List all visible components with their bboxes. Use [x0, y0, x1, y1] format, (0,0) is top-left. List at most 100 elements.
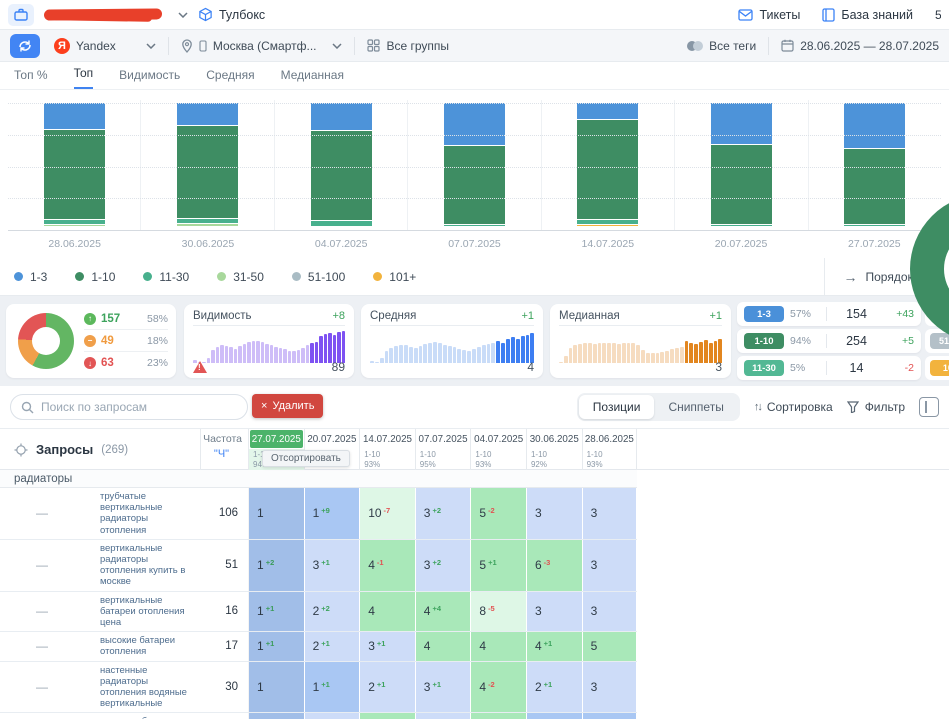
position-value: 2: [312, 639, 320, 654]
position-delta: -1: [376, 557, 384, 567]
date-column-header[interactable]: 04.07.2025 1-10 93%: [470, 429, 526, 470]
position-value: 1: [257, 680, 264, 695]
row-dash-icon[interactable]: —: [36, 558, 48, 572]
position-value: 6: [534, 558, 542, 573]
average-card[interactable]: Средняя +1 4: [361, 304, 543, 378]
query-name[interactable]: вертикальные батареи отопления цена: [100, 592, 200, 632]
bar-segment-t: [444, 224, 505, 228]
query-name[interactable]: настенные радиаторы отопления водяные ве…: [100, 662, 200, 713]
median-card[interactable]: Медианная +1 3: [550, 304, 731, 378]
region-select[interactable]: Москва (Смартф...: [181, 39, 343, 53]
legend-label: 11-30: [159, 269, 190, 284]
spark-bar: [323, 334, 327, 363]
filter-button[interactable]: Фильтр: [846, 400, 905, 414]
date-column-header[interactable]: 30.06.2025 1-10 92%: [525, 429, 582, 470]
sort-button[interactable]: ↑↓ Сортировка: [754, 400, 833, 414]
x-axis-label: 14.07.2025: [581, 238, 635, 250]
redaction-mark: [51, 11, 153, 22]
tab-средняя[interactable]: Средняя: [206, 68, 254, 89]
bar-segment-g: [177, 125, 239, 219]
position-cell: 8 -5: [470, 591, 526, 632]
divider: [826, 361, 827, 375]
projects-button[interactable]: [8, 3, 34, 26]
project-name-redacted[interactable]: [43, 7, 164, 22]
search-icon: [21, 401, 34, 413]
rank-row-cut-100[interactable]: 100+: [925, 356, 949, 380]
legend-dot: [14, 272, 23, 281]
divider: [826, 334, 827, 348]
search-engine-select[interactable]: Я Yandex: [54, 37, 156, 54]
bar-segment-g: [310, 130, 372, 222]
spark-bar: [332, 335, 336, 363]
position-cell: 1: [581, 713, 638, 719]
date-column-header[interactable]: 14.07.2025 1-10 93%: [359, 429, 415, 470]
bar-segment-t: [844, 224, 906, 228]
x-axis-label: 04.07.2025: [314, 238, 368, 250]
rank-row-11-30[interactable]: 11-30 5% 14 -2: [737, 356, 921, 380]
tickets-link[interactable]: Тикеты: [738, 8, 800, 22]
rank-delta: +5: [902, 335, 914, 347]
bar-segment-b: [444, 103, 505, 147]
rank-row-1-3[interactable]: 1-3 57% 154 +43: [737, 302, 921, 326]
columns-settings-icon-cut-off[interactable]: [919, 397, 939, 417]
query-group-row[interactable]: радиаторы: [0, 470, 637, 488]
frequency-sub-label: "Ч": [213, 448, 230, 460]
position-delta: +1: [432, 679, 442, 689]
date-label: 20.07.2025: [307, 433, 357, 445]
legend-dot: [291, 272, 301, 281]
bar-segment-g: [844, 148, 906, 225]
row-dash-icon[interactable]: —: [36, 639, 48, 653]
spark-bars: [559, 329, 723, 363]
rank-row-1-10[interactable]: 1-10 94% 254 +5: [737, 329, 921, 353]
arrow-right-icon: →: [843, 268, 858, 285]
position-cell: 3: [581, 661, 638, 713]
legend-item-1-10[interactable]: 1-10: [75, 270, 115, 284]
delete-column-button[interactable]: × Удалить: [252, 394, 324, 418]
query-search[interactable]: [10, 394, 248, 420]
legend-item-11-30[interactable]: 11-30: [143, 270, 189, 284]
sort-arrows-icon: ↑↓: [753, 401, 763, 413]
date-column-header[interactable]: 28.06.2025 1-10 93%: [581, 429, 638, 470]
toggle-сниппеты[interactable]: Сниппеты: [654, 395, 737, 419]
query-name[interactable]: трубчатые вертикальные радиаторы отоплен…: [100, 488, 200, 539]
tab-топ[interactable]: Топ %: [14, 68, 48, 89]
legend-item-101[interactable]: 101+: [373, 270, 416, 284]
row-dash-icon[interactable]: —: [36, 680, 48, 694]
groups-select[interactable]: Все группы: [367, 39, 449, 53]
query-name[interactable]: длинные батареи отопления: [100, 713, 200, 719]
query-name[interactable]: высокие батареи отопления: [100, 632, 200, 660]
tab-медианная[interactable]: Медианная: [281, 68, 344, 89]
position-value: 1: [257, 558, 264, 573]
tab-видимость[interactable]: Видимость: [119, 68, 180, 89]
query-name[interactable]: вертикальные радиаторы отопления купить …: [100, 540, 200, 591]
visibility-card[interactable]: Видимость +8 89: [184, 304, 354, 378]
tags-select[interactable]: Все теги: [687, 39, 756, 53]
knowledge-base-link[interactable]: База знаний: [822, 8, 913, 22]
legend-item-31-50[interactable]: 31-50: [217, 270, 264, 284]
rank-count: 254: [846, 334, 867, 348]
target-icon[interactable]: [14, 443, 28, 457]
region-label: Москва (Смартф...: [212, 38, 317, 53]
legend-item-1-3[interactable]: 1-3: [14, 270, 47, 284]
rank-badge: 51-100: [930, 333, 949, 349]
position-value: 2: [534, 680, 542, 695]
legend-item-51-100[interactable]: 51-100: [291, 270, 345, 284]
date-range-picker[interactable]: 28.06.2025 — 28.07.2025: [781, 39, 939, 53]
tickets-label: Тикеты: [759, 7, 801, 22]
search-input[interactable]: [41, 400, 211, 414]
frequency-header-cell[interactable]: Частота "Ч": [200, 429, 248, 470]
spark-bars: [370, 329, 535, 363]
chevron-down-icon[interactable]: [178, 11, 188, 18]
refresh-button[interactable]: [10, 33, 40, 58]
row-dash-icon[interactable]: —: [36, 604, 48, 618]
position-cell: 1: [248, 488, 304, 539]
position-cell: 3 +1: [414, 661, 471, 713]
row-dash-icon[interactable]: —: [36, 506, 48, 520]
tab-топ[interactable]: Топ: [73, 66, 94, 89]
position-cell: 1 +1: [248, 591, 304, 632]
position-cell: 4 +1: [525, 632, 582, 661]
toggle-позиции[interactable]: Позиции: [578, 395, 655, 419]
x-axis-label: 20.07.2025: [714, 238, 768, 250]
date-column-header[interactable]: 07.07.2025 1-10 95%: [414, 429, 471, 470]
toolbox-link[interactable]: Тулбокс: [198, 7, 265, 22]
